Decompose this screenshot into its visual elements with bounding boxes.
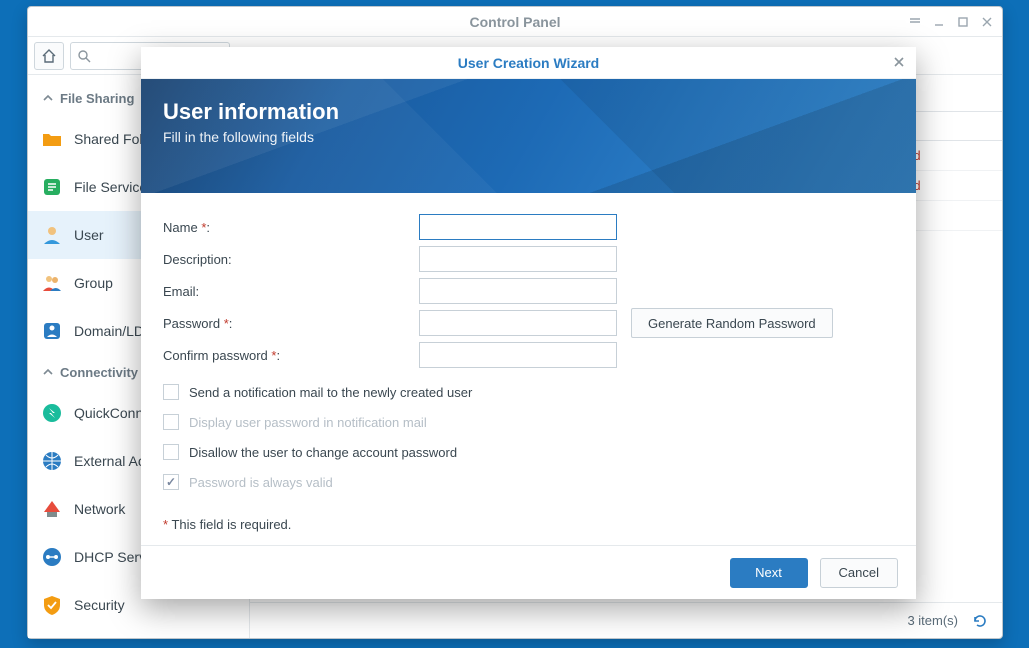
sidebar-item-label: Network [74,501,125,517]
description-field[interactable] [419,246,617,272]
status-bar: 3 item(s) [250,602,1002,638]
domain-icon [40,319,64,343]
cancel-button[interactable]: Cancel [820,558,898,588]
check-display-password: Display user password in notification ma… [163,407,894,437]
dialog-banner: User information Fill in the following f… [141,79,916,193]
window-controls [904,7,998,37]
check-label: Password is always valid [189,475,333,490]
checkbox-icon[interactable] [163,384,179,400]
label-description: Description: [163,252,419,267]
dialog-body: Name *: Description: Email: Password *: … [141,193,916,545]
minimize-icon[interactable] [928,11,950,33]
group-label: File Sharing [60,91,134,106]
window-title: Control Panel [469,14,560,30]
required-note: * This field is required. [163,517,894,532]
name-field[interactable] [419,214,617,240]
titlebar: Control Panel [28,7,1002,37]
checkbox-icon[interactable] [163,444,179,460]
label-password: Password *: [163,316,419,331]
check-always-valid: Password is always valid [163,467,894,497]
dhcp-icon [40,545,64,569]
dialog-title: User Creation Wizard [458,55,599,71]
refresh-icon [972,613,988,629]
check-label: Disallow the user to change account pass… [189,445,457,460]
check-label: Display user password in notification ma… [189,415,427,430]
quickconnect-icon [40,401,64,425]
user-creation-wizard-dialog: User Creation Wizard User information Fi… [141,47,916,599]
dialog-footer: Next Cancel [141,545,916,599]
password-field[interactable] [419,310,617,336]
refresh-button[interactable] [970,611,990,631]
close-icon [892,55,906,69]
search-icon [77,49,91,63]
check-notify[interactable]: Send a notification mail to the newly cr… [163,377,894,407]
email-field[interactable] [419,278,617,304]
shield-icon [40,593,64,617]
network-icon [40,497,64,521]
group-label: Connectivity [60,365,138,380]
checkbox-checked-icon [163,474,179,490]
confirm-password-field[interactable] [419,342,617,368]
dialog-close-button[interactable] [888,51,910,73]
maximize-icon[interactable] [952,11,974,33]
checkbox-icon [163,414,179,430]
group-icon [40,271,64,295]
check-disallow-change[interactable]: Disallow the user to change account pass… [163,437,894,467]
check-label: Send a notification mail to the newly cr… [189,385,472,400]
label-email: Email: [163,284,419,299]
label-name: Name *: [163,220,419,235]
home-button[interactable] [34,42,64,70]
generate-password-button[interactable]: Generate Random Password [631,308,833,338]
label-confirm-password: Confirm password *: [163,348,419,363]
user-icon [40,223,64,247]
sidebar-item-label: User [74,227,104,243]
chevron-up-icon [42,366,54,378]
menu-icon[interactable] [904,11,926,33]
close-icon[interactable] [976,11,998,33]
folder-icon [40,127,64,151]
sidebar-item-label: Group [74,275,113,291]
chevron-up-icon [42,92,54,104]
sidebar-item-label: Security [74,597,125,613]
dialog-titlebar: User Creation Wizard [141,47,916,79]
dialog-heading: User information [163,99,894,125]
dialog-subheading: Fill in the following fields [163,129,894,145]
next-button[interactable]: Next [730,558,808,588]
file-services-icon [40,175,64,199]
item-count: 3 item(s) [907,613,958,628]
globe-icon [40,449,64,473]
